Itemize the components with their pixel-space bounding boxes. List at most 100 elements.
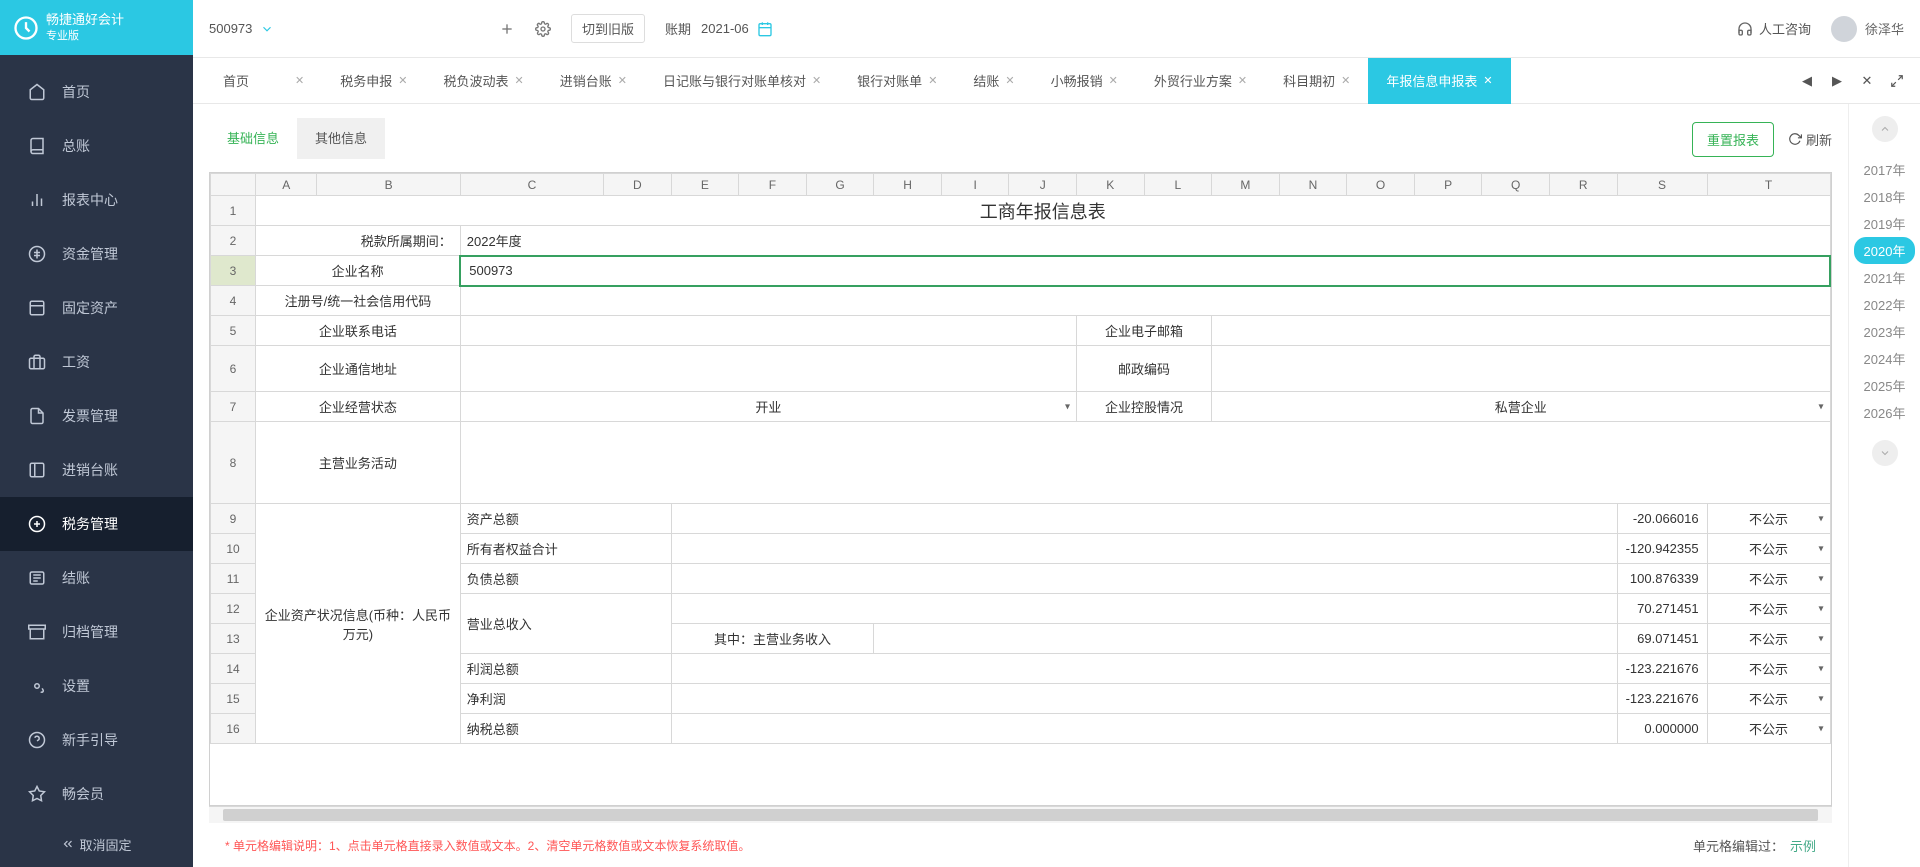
tab-close[interactable]: ✕: [1005, 74, 1014, 87]
sidebar-item-invoice[interactable]: 发票管理: [0, 389, 193, 443]
reset-button[interactable]: 重置报表: [1692, 122, 1774, 157]
tab-close[interactable]: ✕: [618, 74, 627, 87]
example-link[interactable]: 示例: [1790, 839, 1816, 854]
sidebar-item-archive[interactable]: 归档管理: [0, 605, 193, 659]
tabs-close-all[interactable]: ✕: [1852, 58, 1882, 104]
col-header[interactable]: S: [1617, 174, 1707, 196]
tab[interactable]: 首页: [201, 58, 271, 104]
publish-select[interactable]: 不公示: [1707, 684, 1830, 714]
col-header[interactable]: A: [256, 174, 317, 196]
col-header[interactable]: N: [1279, 174, 1347, 196]
user-menu[interactable]: 徐泽华: [1831, 16, 1904, 42]
company-selector[interactable]: 500973: [209, 21, 489, 36]
tab-close[interactable]: ✕: [1341, 74, 1350, 87]
value-cell[interactable]: 0.000000: [1617, 714, 1707, 744]
tab[interactable]: 税负波动表✕: [425, 58, 541, 104]
col-header[interactable]: R: [1549, 174, 1617, 196]
tab[interactable]: 结账✕: [955, 58, 1032, 104]
tab[interactable]: 年报信息申报表✕: [1368, 58, 1510, 104]
year-down[interactable]: [1872, 440, 1898, 466]
tab-close[interactable]: ✕: [398, 74, 407, 87]
publish-select[interactable]: 不公示: [1707, 714, 1830, 744]
sidebar-item-home[interactable]: 首页: [0, 65, 193, 119]
period-value[interactable]: 2021-06: [701, 21, 749, 36]
sheet-tab-basic[interactable]: 基础信息: [209, 118, 297, 159]
publish-select[interactable]: 不公示: [1707, 594, 1830, 624]
value-cell[interactable]: 100.876339: [1617, 564, 1707, 594]
sidebar-item-guide[interactable]: 新手引导: [0, 713, 193, 767]
spreadsheet[interactable]: ABCDEFGHIJKLMNOPQRST1工商年报信息表2税款所属期间：2022…: [209, 172, 1832, 806]
tab-close[interactable]: ✕: [1238, 74, 1247, 87]
publish-select[interactable]: 不公示: [1707, 624, 1830, 654]
col-header[interactable]: P: [1414, 174, 1482, 196]
tab-close[interactable]: ✕: [812, 74, 821, 87]
col-header[interactable]: Q: [1482, 174, 1550, 196]
sidebar-item-member[interactable]: 畅会员: [0, 767, 193, 821]
row-header[interactable]: 1: [211, 196, 256, 226]
tab-close[interactable]: ✕: [1109, 74, 1118, 87]
publish-select[interactable]: 不公示: [1707, 564, 1830, 594]
sheet-tab-other[interactable]: 其他信息: [297, 118, 385, 159]
add-button[interactable]: [489, 11, 525, 47]
calendar-icon[interactable]: [757, 21, 773, 37]
sidebar-item-chart[interactable]: 报表中心: [0, 173, 193, 227]
tab[interactable]: 小畅报销✕: [1033, 58, 1136, 104]
col-header[interactable]: H: [874, 174, 942, 196]
year-option[interactable]: 2026年: [1854, 399, 1916, 426]
col-header[interactable]: G: [806, 174, 874, 196]
company-name-cell[interactable]: 500973: [460, 256, 1830, 286]
sidebar-item-tax[interactable]: 税务管理: [0, 497, 193, 551]
publish-select[interactable]: 不公示: [1707, 534, 1830, 564]
year-option[interactable]: 2022年: [1854, 291, 1916, 318]
year-option[interactable]: 2025年: [1854, 372, 1916, 399]
col-header[interactable]: L: [1144, 174, 1212, 196]
year-option[interactable]: 2020年: [1854, 237, 1916, 264]
year-up[interactable]: [1872, 116, 1898, 142]
old-version-button[interactable]: 切到旧版: [571, 14, 645, 43]
tab[interactable]: 科目期初✕: [1265, 58, 1368, 104]
value-cell[interactable]: -123.221676: [1617, 684, 1707, 714]
year-option[interactable]: 2017年: [1854, 156, 1916, 183]
sidebar-item-book[interactable]: 总账: [0, 119, 193, 173]
sidebar-unpin[interactable]: 取消固定: [0, 821, 193, 867]
col-header[interactable]: B: [317, 174, 460, 196]
col-header[interactable]: T: [1707, 174, 1830, 196]
publish-select[interactable]: 不公示: [1707, 654, 1830, 684]
holding-select[interactable]: 私营企业: [1212, 392, 1830, 422]
year-option[interactable]: 2024年: [1854, 345, 1916, 372]
col-header[interactable]: O: [1347, 174, 1415, 196]
settings-button[interactable]: [525, 11, 561, 47]
year-option[interactable]: 2023年: [1854, 318, 1916, 345]
tab-close[interactable]: ✕: [928, 74, 937, 87]
tab-close[interactable]: ✕: [514, 74, 523, 87]
col-header[interactable]: M: [1212, 174, 1280, 196]
sidebar-item-money[interactable]: 资金管理: [0, 227, 193, 281]
col-header[interactable]: E: [671, 174, 739, 196]
tabs-prev[interactable]: ◀: [1792, 58, 1822, 104]
value-cell[interactable]: -120.942355: [1617, 534, 1707, 564]
sidebar-item-settings[interactable]: 设置: [0, 659, 193, 713]
year-option[interactable]: 2018年: [1854, 183, 1916, 210]
tab-close[interactable]: ✕: [1483, 74, 1492, 87]
sidebar-item-asset[interactable]: 固定资产: [0, 281, 193, 335]
value-cell[interactable]: 70.271451: [1617, 594, 1707, 624]
col-header[interactable]: J: [1009, 174, 1077, 196]
year-option[interactable]: 2019年: [1854, 210, 1916, 237]
tabs-expand[interactable]: [1882, 58, 1912, 104]
tab[interactable]: 银行对账单✕: [839, 58, 955, 104]
h-scrollbar[interactable]: [209, 806, 1832, 823]
tab[interactable]: 外贸行业方案✕: [1136, 58, 1265, 104]
tab[interactable]: 进销台账✕: [542, 58, 645, 104]
publish-select[interactable]: 不公示: [1707, 504, 1830, 534]
col-header[interactable]: C: [460, 174, 603, 196]
value-cell[interactable]: -123.221676: [1617, 654, 1707, 684]
grid-corner[interactable]: [211, 174, 256, 196]
sidebar-item-purchasesale[interactable]: 进销台账: [0, 443, 193, 497]
col-header[interactable]: I: [941, 174, 1009, 196]
sidebar-item-salary[interactable]: 工资: [0, 335, 193, 389]
tab[interactable]: 税务申报✕: [322, 58, 425, 104]
col-header[interactable]: K: [1077, 174, 1145, 196]
col-header[interactable]: F: [739, 174, 807, 196]
year-option[interactable]: 2021年: [1854, 264, 1916, 291]
col-header[interactable]: D: [604, 174, 672, 196]
